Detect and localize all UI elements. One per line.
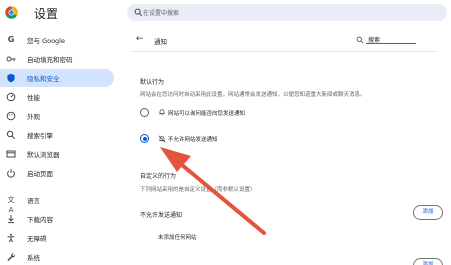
notifications-search-input[interactable]: 搜索 <box>366 34 416 44</box>
shield-icon <box>6 73 16 83</box>
wrench-icon <box>6 252 16 262</box>
divider <box>131 51 437 52</box>
sidebar-item-label: 性能 <box>27 94 40 102</box>
radio-block-notifications[interactable] <box>140 134 149 143</box>
key-icon <box>6 54 16 64</box>
bell-off-icon <box>158 135 166 143</box>
sidebar-item-label: 自动填充和密码 <box>27 56 73 64</box>
search-icon <box>356 36 364 44</box>
sidebar-item-privacy-security[interactable]: 隐私和安全 <box>0 69 114 87</box>
sidebar-item-label: 您与 Google <box>27 37 65 45</box>
search-label: 搜索 <box>368 37 381 44</box>
sidebar-item-label: 下载内容 <box>27 216 53 224</box>
sidebar-item-default-browser[interactable]: 默认浏览器 <box>0 145 114 163</box>
search-icon <box>6 130 16 140</box>
sidebar-item-label: 搜索引擎 <box>27 132 53 140</box>
sidebar-item-on-startup[interactable]: 启动页面 <box>0 164 114 182</box>
sidebar-item-label: 系统 <box>27 254 40 262</box>
sidebar-item-appearance[interactable]: 外观 <box>0 107 114 125</box>
back-arrow-icon[interactable]: ← <box>136 34 144 44</box>
sidebar-item-languages[interactable]: 文A 语言 <box>0 191 114 214</box>
custom-behavior-title: 自定义的行为 <box>140 173 177 180</box>
custom-behavior-desc: 下列网站采用的是自定义设置（而非默认设置） <box>140 187 256 193</box>
blocked-empty-text: 未添加任何网站 <box>158 235 197 241</box>
power-icon <box>6 168 16 178</box>
header: 设置 在设置中搜索 <box>0 0 451 27</box>
settings-search-input[interactable]: 在设置中搜索 <box>127 4 447 21</box>
bell-icon <box>159 109 165 116</box>
add-allowed-site-button[interactable]: 添加 <box>413 258 443 265</box>
default-behavior-desc: 网站会在您访问时自动采用此设置。网站通常会发送通知，以便您知道重大新闻或聊天消息… <box>140 92 366 98</box>
search-icon <box>134 8 143 17</box>
speedometer-icon <box>6 92 16 102</box>
blocked-list-title: 不允许发送通知 <box>140 212 183 219</box>
radio-allow-ask[interactable] <box>140 108 149 117</box>
option-label: 不允许网站发送通知 <box>168 137 218 143</box>
accessibility-icon <box>6 233 16 243</box>
sidebar-item-label: 隐私和安全 <box>27 75 60 83</box>
sidebar-item-downloads[interactable]: 下载内容 <box>0 210 114 228</box>
notifications-panel: ← 通知 搜索 默认行为 网站会在您访问时自动采用此设置。网站通常会发送通知，以… <box>127 28 447 265</box>
option-label: 网站可以询问能否向您发送通知 <box>168 111 246 117</box>
download-icon <box>6 214 16 224</box>
sidebar-item-label: 启动页面 <box>27 170 53 178</box>
page-title: 设置 <box>34 7 59 21</box>
google-icon: G <box>7 35 15 44</box>
translate-icon: 文A <box>7 196 15 214</box>
sidebar-item-accessibility[interactable]: 无障碍 <box>0 229 114 247</box>
sidebar-item-search-engine[interactable]: 搜索引擎 <box>0 126 114 144</box>
search-placeholder: 在设置中搜索 <box>143 10 180 17</box>
add-blocked-site-button[interactable]: 添加 <box>413 205 443 220</box>
sidebar: G 您与 Google 自动填充和密码 隐私和安全 性能 外观 搜索引擎 默认浏… <box>0 28 120 265</box>
palette-icon <box>6 111 16 121</box>
sidebar-item-autofill[interactable]: 自动填充和密码 <box>0 50 114 68</box>
section-heading: 通知 <box>154 38 167 46</box>
sidebar-item-you-and-google[interactable]: G 您与 Google <box>0 31 114 49</box>
sidebar-item-label: 外观 <box>27 113 40 121</box>
sidebar-item-label: 无障碍 <box>27 235 47 243</box>
sidebar-item-performance[interactable]: 性能 <box>0 88 114 106</box>
browser-icon <box>6 149 16 159</box>
sidebar-item-label: 默认浏览器 <box>27 151 60 159</box>
sidebar-item-label: 语言 <box>27 197 40 205</box>
chrome-logo-icon <box>5 6 18 19</box>
sidebar-item-system[interactable]: 系统 <box>0 248 114 265</box>
default-behavior-title: 默认行为 <box>140 79 165 86</box>
